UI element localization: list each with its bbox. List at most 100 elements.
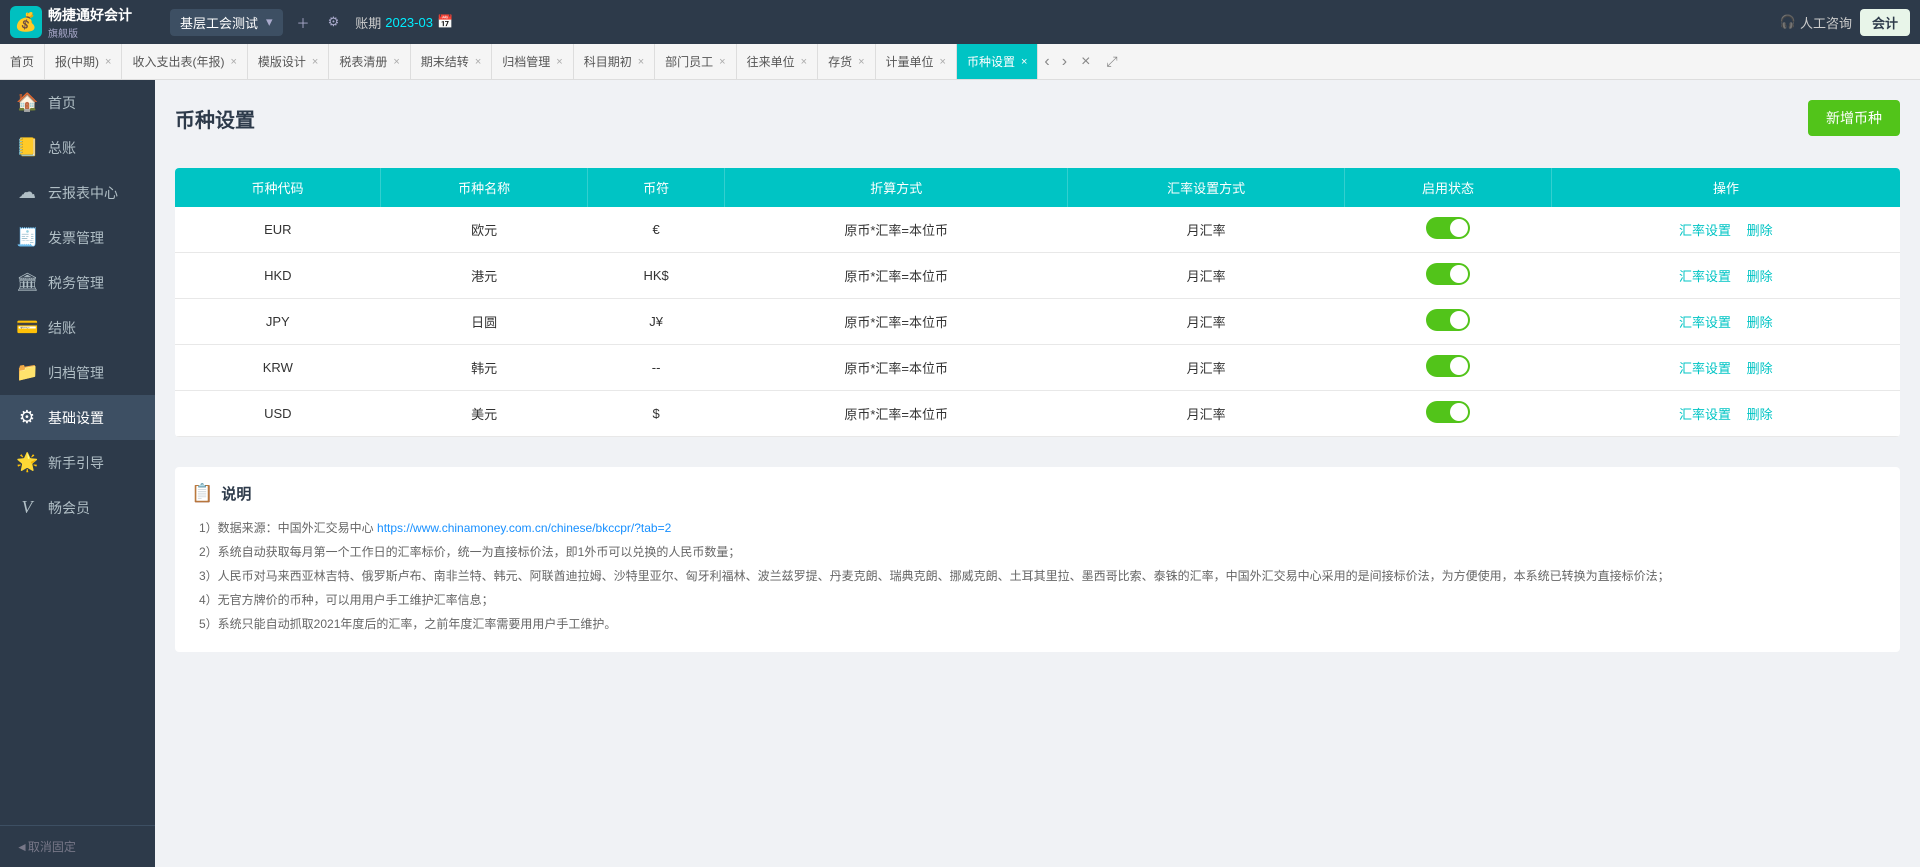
tab-label: 部门员工 [665, 53, 713, 70]
sidebar-item-invoice[interactable]: 🧾 发票管理 [0, 215, 155, 260]
tab-currency[interactable]: 币种设置× [957, 44, 1038, 80]
status-toggle[interactable] [1426, 309, 1470, 331]
tab-tax-list[interactable]: 税表清册 × [329, 44, 410, 80]
expand-icon[interactable]: ⤢ [1098, 53, 1125, 70]
tab-mid-report[interactable]: 报(中期)× [45, 44, 122, 80]
cell-name: 欧元 [381, 207, 588, 253]
tab-unit[interactable]: 计量单位× [876, 44, 957, 80]
rate-settings-link[interactable]: 汇率设置 [1679, 269, 1731, 284]
close-icon[interactable]: × [230, 56, 236, 68]
delete-link[interactable]: 删除 [1747, 269, 1773, 284]
tab-template[interactable]: 模版设计 × [248, 44, 329, 80]
cell-rate-method: 月汇率 [1068, 345, 1345, 391]
col-name: 币种名称 [381, 168, 588, 207]
rate-settings-link[interactable]: 汇率设置 [1679, 315, 1731, 330]
sidebar-item-ledger[interactable]: 📒 总账 [0, 125, 155, 170]
sidebar-item-member[interactable]: V 畅会员 [0, 485, 155, 530]
tab-home[interactable]: 首页 [0, 44, 45, 80]
sidebar-label: 畅会员 [48, 498, 90, 518]
company-selector[interactable]: 基层工会测试 ▾ [170, 9, 283, 36]
sidebar-item-home[interactable]: 🏠 首页 [0, 80, 155, 125]
close-icon[interactable]: × [801, 56, 807, 68]
sidebar-item-archive[interactable]: 📁 归档管理 [0, 350, 155, 395]
tab-annual-report[interactable]: 收入支出表(年报)× [122, 44, 247, 80]
close-all-tabs-button[interactable]: × [1073, 53, 1098, 71]
close-icon[interactable]: × [940, 56, 946, 68]
table-row: JPY 日圆 J¥ 原币*汇率=本位币 月汇率 汇率设置 删除 [175, 299, 1900, 345]
rate-settings-link[interactable]: 汇率设置 [1679, 223, 1731, 238]
calendar-icon[interactable]: 📅 [437, 14, 453, 30]
sidebar-item-reports[interactable]: ☁ 云报表中心 [0, 170, 155, 215]
cell-actions: 汇率设置 删除 [1552, 253, 1900, 299]
sidebar-label: 发票管理 [48, 228, 104, 248]
sidebar-label: 基础设置 [48, 408, 104, 428]
title-row: 币种设置 新增币种 [175, 100, 1900, 152]
sidebar-pin-button[interactable]: ◄取消固定 [0, 825, 155, 867]
tab-label: 模版设计 [258, 53, 306, 70]
close-icon[interactable]: × [393, 56, 399, 68]
tab-department[interactable]: 部门员工 × [655, 44, 736, 80]
tab-next-button[interactable]: › [1056, 44, 1073, 80]
delete-link[interactable]: 删除 [1747, 407, 1773, 422]
rate-settings-link[interactable]: 汇率设置 [1679, 407, 1731, 422]
service-button[interactable]: 🎧 人工咨询 [1780, 13, 1852, 32]
notes-heading: 说明 [221, 483, 251, 504]
status-toggle[interactable] [1426, 217, 1470, 239]
tab-label: 税表清册 [339, 53, 387, 70]
cell-status [1345, 253, 1552, 299]
add-tab-button[interactable]: ＋ [291, 9, 316, 36]
close-icon[interactable]: × [312, 56, 318, 68]
cell-status [1345, 345, 1552, 391]
col-calc: 折算方式 [725, 168, 1068, 207]
sidebar-label: 结账 [48, 318, 76, 338]
status-toggle[interactable] [1426, 401, 1470, 423]
toggle-track [1426, 401, 1470, 423]
tab-period-transfer[interactable]: 期末结转× [411, 44, 492, 80]
toggle-thumb [1450, 357, 1468, 375]
tab-archive[interactable]: 归档管理× [492, 44, 573, 80]
table-row: HKD 港元 HK$ 原币*汇率=本位币 月汇率 汇率设置 删除 [175, 253, 1900, 299]
table-row: KRW 韩元 -- 原币*汇率=本位币 月汇率 汇率设置 删除 [175, 345, 1900, 391]
status-toggle[interactable] [1426, 263, 1470, 285]
logo-area: 💰 畅捷通好会计 旗舰版 [10, 5, 165, 40]
close-icon[interactable]: × [105, 56, 111, 68]
cell-calc: 原币*汇率=本位币 [725, 207, 1068, 253]
tab-prev-button[interactable]: ‹ [1038, 44, 1055, 80]
tab-inventory[interactable]: 存货× [818, 44, 875, 80]
cell-code: JPY [175, 299, 381, 345]
topbar-right: 🎧 人工咨询 会计 [1780, 9, 1910, 36]
sidebar-item-guide[interactable]: 🌟 新手引导 [0, 440, 155, 485]
sidebar-label: 首页 [48, 93, 76, 113]
cell-symbol: -- [588, 345, 725, 391]
delete-link[interactable]: 删除 [1747, 223, 1773, 238]
toggle-thumb [1450, 311, 1468, 329]
status-toggle[interactable] [1426, 355, 1470, 377]
table-row: USD 美元 $ 原币*汇率=本位币 月汇率 汇率设置 删除 [175, 391, 1900, 437]
col-actions: 操作 [1552, 168, 1900, 207]
close-icon[interactable]: × [475, 56, 481, 68]
delete-link[interactable]: 删除 [1747, 315, 1773, 330]
sidebar-item-settings[interactable]: ⚙ 基础设置 [0, 395, 155, 440]
close-icon[interactable]: × [556, 56, 562, 68]
tab-contacts[interactable]: 往来单位× [737, 44, 818, 80]
cell-status [1345, 207, 1552, 253]
tab-account-init[interactable]: 科目期初× [574, 44, 655, 80]
sidebar-item-checkout[interactable]: 💳 结账 [0, 305, 155, 350]
settings-icon[interactable]: ⚙ [322, 10, 346, 34]
rate-settings-link[interactable]: 汇率设置 [1679, 361, 1731, 376]
cell-rate-method: 月汇率 [1068, 207, 1345, 253]
headset-icon: 🎧 [1780, 14, 1796, 30]
service-label: 人工咨询 [1800, 13, 1852, 32]
close-icon[interactable]: × [858, 56, 864, 68]
close-icon[interactable]: × [1021, 56, 1027, 68]
close-icon[interactable]: × [719, 56, 725, 68]
home-icon: 🏠 [16, 92, 38, 113]
cell-rate-method: 月汇率 [1068, 253, 1345, 299]
close-icon[interactable]: × [638, 56, 644, 68]
cell-code: KRW [175, 345, 381, 391]
new-currency-button[interactable]: 新增币种 [1808, 100, 1900, 136]
account-button[interactable]: 会计 [1860, 9, 1910, 36]
delete-link[interactable]: 删除 [1747, 361, 1773, 376]
sidebar-item-tax[interactable]: 🏛 税务管理 [0, 260, 155, 305]
notes-link[interactable]: https://www.chinamoney.com.cn/chinese/bk… [377, 521, 671, 535]
